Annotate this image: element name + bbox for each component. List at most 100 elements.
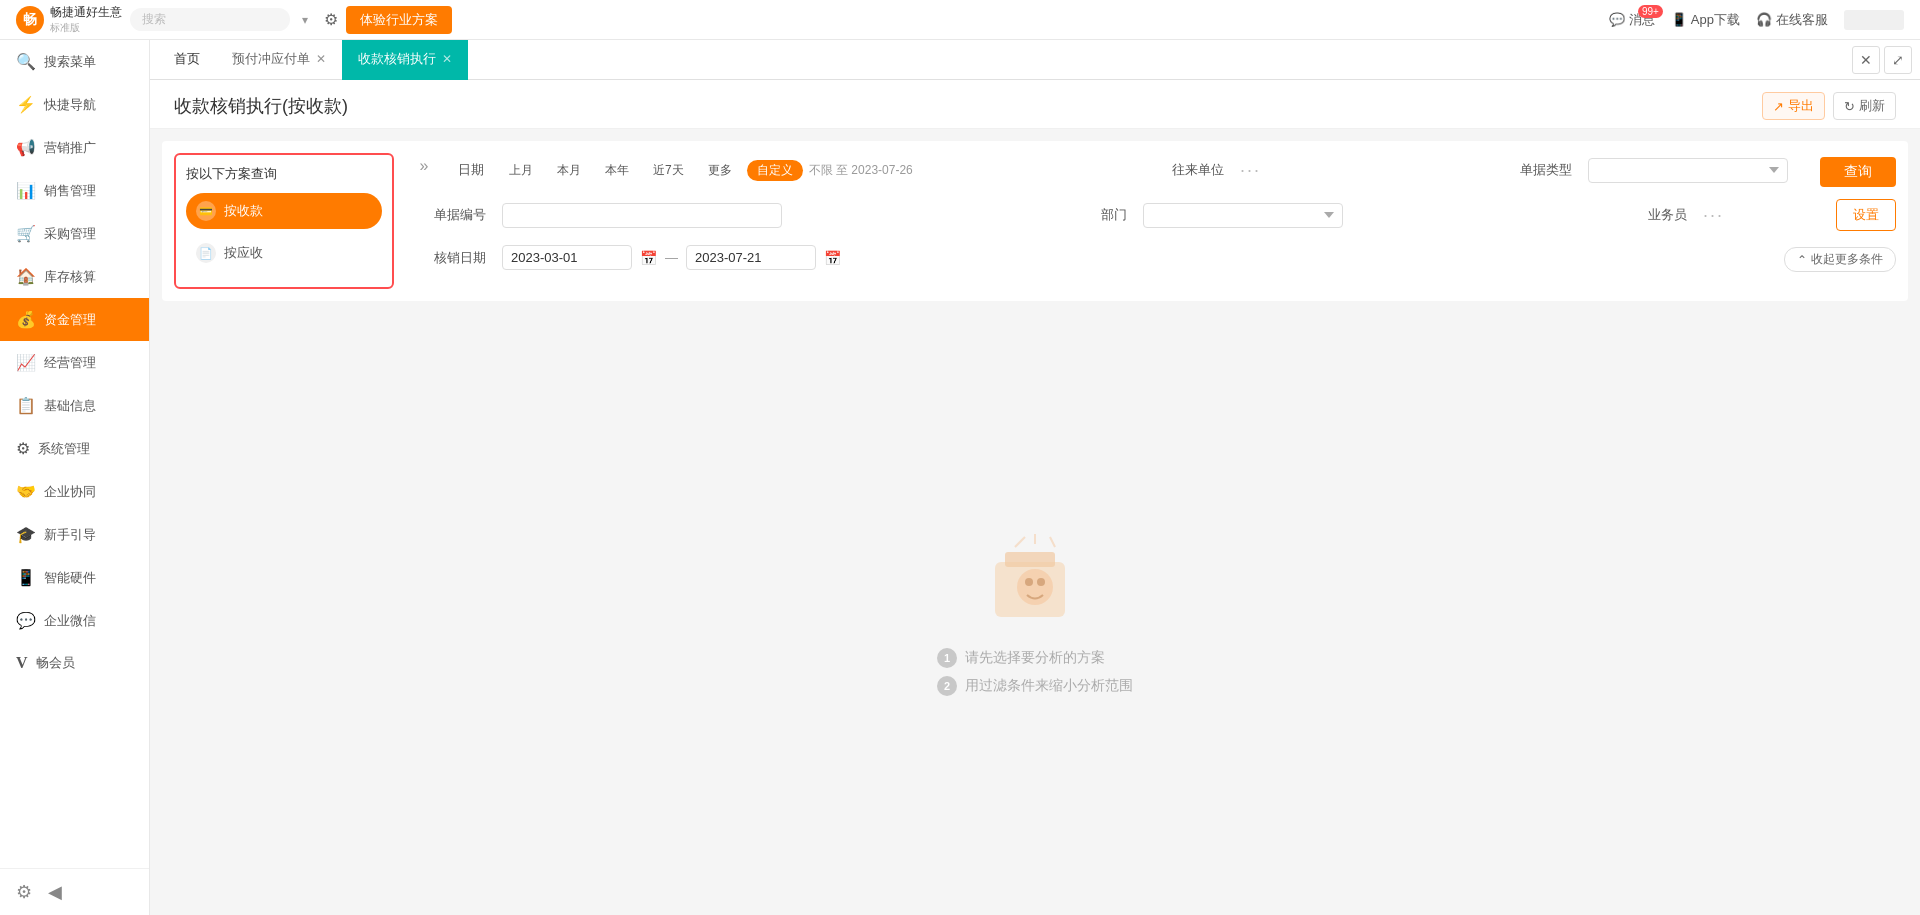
search-bar[interactable]: 搜索: [130, 8, 290, 31]
bill-type-select[interactable]: [1588, 158, 1788, 183]
export-button[interactable]: ↗ 导出: [1762, 92, 1825, 120]
collapse-panel-btn[interactable]: »: [414, 157, 434, 175]
user-avatar[interactable]: [1844, 10, 1904, 30]
sales-icon: 📊: [16, 181, 36, 200]
filter-rows: 日期 上月 本月 本年 近7天 更多 自定义 不限 至 2023-07-26: [434, 153, 1896, 272]
empty-hint-2-text: 用过滤条件来缩小分析范围: [965, 677, 1133, 695]
sidebar-item-finance[interactable]: 💰 资金管理: [0, 298, 149, 341]
empty-illustration: [975, 532, 1095, 632]
topbar-right: 💬 消息 99+ 📱 App下载 🎧 在线客服: [1609, 10, 1904, 30]
writeoff-start-input[interactable]: [502, 245, 632, 270]
gear-icon[interactable]: ⚙: [324, 10, 338, 29]
sidebar-label-marketing: 营销推广: [44, 139, 96, 157]
topbar-logo: 畅 畅捷通好生意 标准版: [16, 4, 122, 35]
sidebar-bottom: ⚙ ◀: [0, 868, 149, 915]
counterparty-label: 往来单位: [1172, 161, 1224, 179]
tabbar: 首页 预付冲应付单 ✕ 收款核销执行 ✕ ✕ ⤢: [150, 40, 1920, 80]
tab-home[interactable]: 首页: [158, 40, 216, 80]
tab-writeoff-close-icon[interactable]: ✕: [442, 52, 452, 66]
page-title: 收款核销执行(按收款): [174, 94, 348, 118]
date-last-month-btn[interactable]: 上月: [500, 159, 542, 182]
tab-prepay[interactable]: 预付冲应付单 ✕: [216, 40, 342, 80]
receivable-option-icon: 📄: [196, 243, 216, 263]
refresh-button[interactable]: ↻ 刷新: [1833, 92, 1896, 120]
tab-expand-btn[interactable]: ⤢: [1884, 46, 1912, 74]
filter-option-by-receivable[interactable]: 📄 按应收: [186, 235, 382, 271]
sidebar-item-quick-nav[interactable]: ⚡ 快捷导航: [0, 83, 149, 126]
hardware-icon: 📱: [16, 568, 36, 587]
receipt-option-icon: 💳: [196, 201, 216, 221]
app-download-label: App下载: [1691, 11, 1740, 29]
operations-icon: 📈: [16, 353, 36, 372]
bill-number-input[interactable]: [502, 203, 782, 228]
staff-label: 业务员: [1637, 206, 1687, 224]
query-button[interactable]: 查询: [1820, 157, 1896, 187]
sidebar-label-enterprise: 企业协同: [44, 483, 96, 501]
sidebar-item-system[interactable]: ⚙ 系统管理: [0, 427, 149, 470]
purchase-icon: 🛒: [16, 224, 36, 243]
message-icon: 💬: [1609, 12, 1625, 27]
date-more-btn[interactable]: 更多: [699, 159, 741, 182]
sidebar-item-hardware[interactable]: 📱 智能硬件: [0, 556, 149, 599]
sidebar-item-inventory[interactable]: 🏠 库存核算: [0, 255, 149, 298]
sidebar-item-guide[interactable]: 🎓 新手引导: [0, 513, 149, 556]
sidebar-label-hardware: 智能硬件: [44, 569, 96, 587]
dept-select[interactable]: [1143, 203, 1343, 228]
date-7days-btn[interactable]: 近7天: [644, 159, 693, 182]
date-this-year-btn[interactable]: 本年: [596, 159, 638, 182]
sidebar-item-sales[interactable]: 📊 销售管理: [0, 169, 149, 212]
sidebar-label-system: 系统管理: [38, 440, 90, 458]
receipt-option-label: 按收款: [224, 202, 263, 220]
date-this-month-btn[interactable]: 本月: [548, 159, 590, 182]
tab-writeoff[interactable]: 收款核销执行 ✕: [342, 40, 468, 80]
empty-state: 1 请先选择要分析的方案 2 用过滤条件来缩小分析范围: [150, 313, 1920, 915]
sidebar-item-enterprise[interactable]: 🤝 企业协同: [0, 470, 149, 513]
sidebar-item-purchase[interactable]: 🛒 采购管理: [0, 212, 149, 255]
app-download-btn[interactable]: 📱 App下载: [1671, 11, 1740, 29]
page-header: 收款核销执行(按收款) ↗ 导出 ↻ 刷新: [150, 80, 1920, 129]
online-service-btn[interactable]: 🎧 在线客服: [1756, 11, 1828, 29]
sidebar-item-search[interactable]: 🔍 搜索菜单: [0, 40, 149, 83]
date-options: 上月 本月 本年 近7天 更多 自定义 不限 至 2023-07-26: [500, 159, 913, 182]
date-custom-btn[interactable]: 自定义: [747, 160, 803, 181]
message-btn[interactable]: 💬 消息 99+: [1609, 11, 1655, 29]
settings-icon[interactable]: ⚙: [16, 881, 32, 903]
empty-text-container: 1 请先选择要分析的方案 2 用过滤条件来缩小分析范围: [937, 648, 1133, 696]
dept-label: 部门: [1077, 206, 1127, 224]
settings-button[interactable]: 设置: [1836, 199, 1896, 231]
basic-info-icon: 📋: [16, 396, 36, 415]
collapse-more-button[interactable]: ⌃ 收起更多条件: [1784, 247, 1896, 272]
svg-point-3: [1025, 578, 1033, 586]
sidebar-item-vip[interactable]: V 畅会员: [0, 642, 149, 684]
tab-writeoff-label: 收款核销执行: [358, 50, 436, 68]
writeoff-date-label: 核销日期: [434, 249, 486, 267]
tab-close-all-btn[interactable]: ✕: [1852, 46, 1880, 74]
svg-point-2: [1017, 569, 1053, 605]
page-content: 收款核销执行(按收款) ↗ 导出 ↻ 刷新 按以下方案查询: [150, 80, 1920, 915]
empty-hint-1: 1 请先选择要分析的方案: [937, 648, 1133, 668]
tab-prepay-label: 预付冲应付单: [232, 50, 310, 68]
solution-button[interactable]: 体验行业方案: [346, 6, 452, 34]
tab-prepay-close-icon[interactable]: ✕: [316, 52, 326, 66]
filter-row-1: 日期 上月 本月 本年 近7天 更多 自定义 不限 至 2023-07-26: [434, 153, 1896, 187]
date-label: 日期: [434, 161, 484, 179]
topbar: 畅 畅捷通好生意 标准版 搜索 ▾ ⚙ 体验行业方案 💬 消息 99+ 📱 Ap…: [0, 0, 1920, 40]
sidebar-label-wechat: 企业微信: [44, 612, 96, 630]
sidebar-item-wechat[interactable]: 💬 企业微信: [0, 599, 149, 642]
refresh-label: 刷新: [1859, 97, 1885, 115]
sidebar-item-basic-info[interactable]: 📋 基础信息: [0, 384, 149, 427]
writeoff-start-cal-icon[interactable]: 📅: [640, 250, 657, 266]
filter-option-by-receipt[interactable]: 💳 按收款: [186, 193, 382, 229]
sidebar-item-marketing[interactable]: 📢 营销推广: [0, 126, 149, 169]
staff-dots[interactable]: ···: [1703, 205, 1724, 226]
writeoff-end-input[interactable]: [686, 245, 816, 270]
counterparty-dots[interactable]: ···: [1240, 160, 1261, 181]
sidebar-item-operations[interactable]: 📈 经营管理: [0, 341, 149, 384]
svg-point-4: [1037, 578, 1045, 586]
svg-line-5: [1015, 537, 1025, 547]
collapse-icon[interactable]: ◀: [48, 881, 62, 903]
writeoff-end-cal-icon[interactable]: 📅: [824, 250, 841, 266]
inventory-icon: 🏠: [16, 267, 36, 286]
system-icon: ⚙: [16, 439, 30, 458]
date-no-limit-label: 不限 至 2023-07-26: [809, 162, 913, 179]
